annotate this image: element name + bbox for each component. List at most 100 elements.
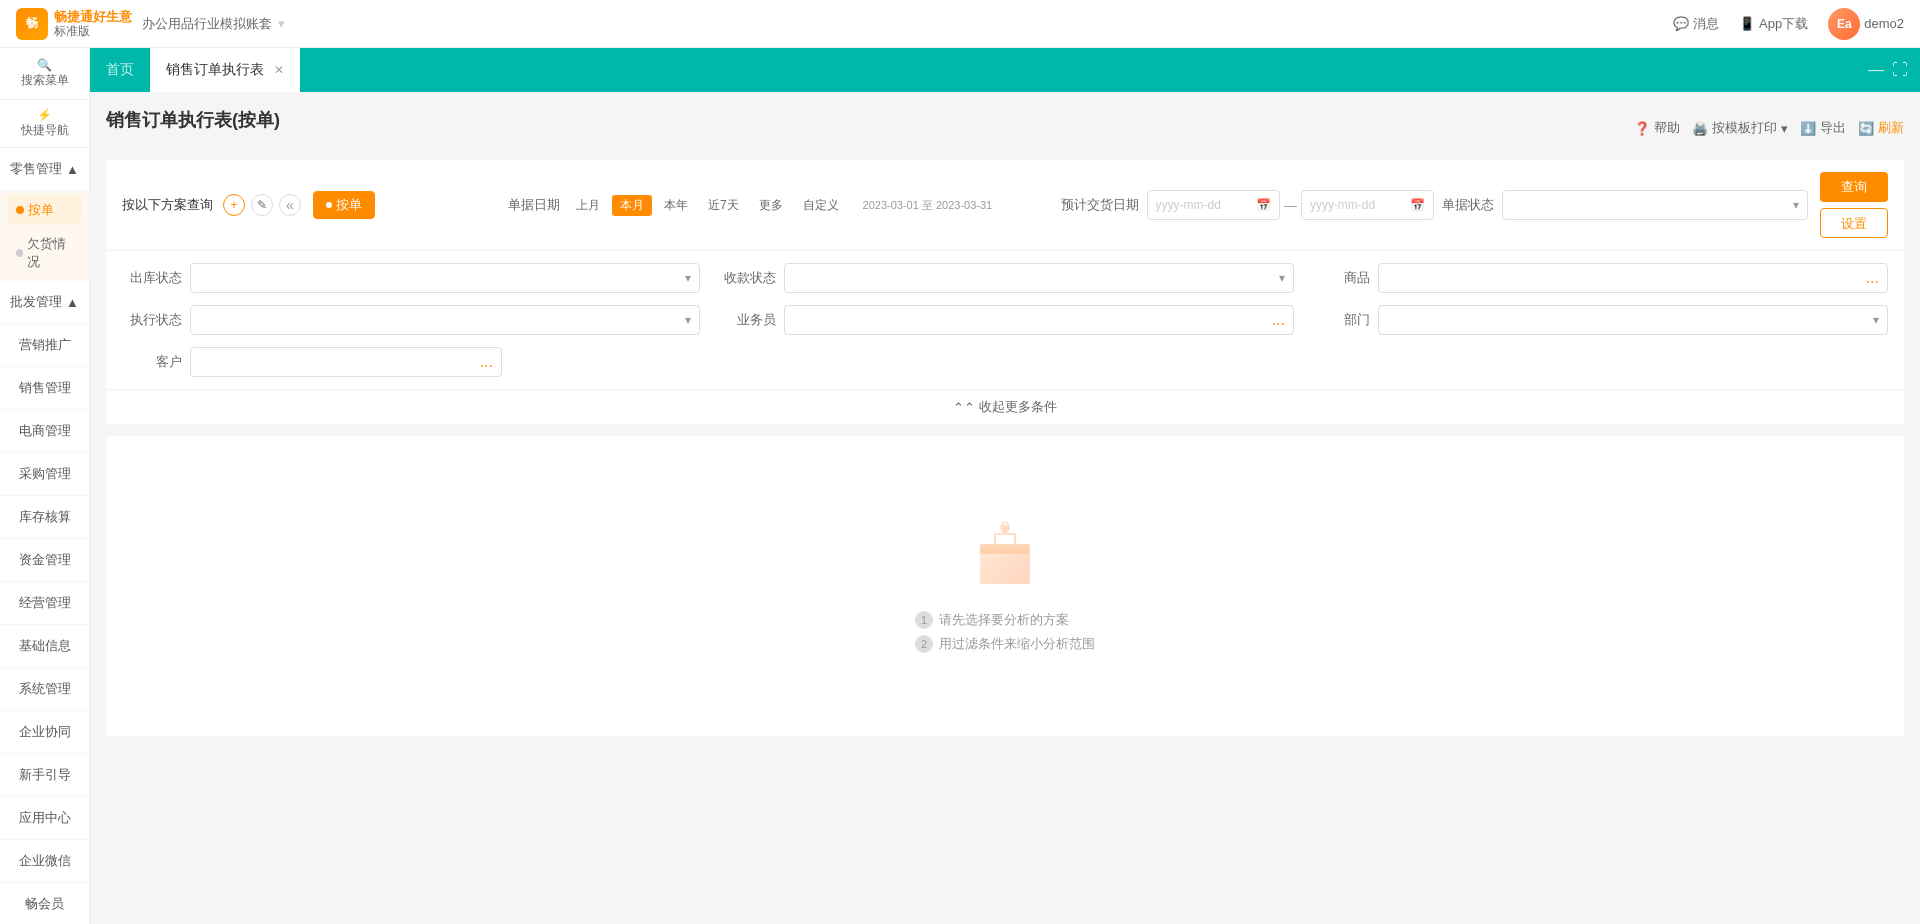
date-tab-7days[interactable]: 近7天 — [700, 195, 747, 216]
exec-status-select[interactable]: ▾ — [190, 305, 700, 335]
expected-date-end[interactable]: yyyy-mm-dd 📅 — [1301, 190, 1434, 220]
date-tab-more[interactable]: 更多 — [751, 195, 791, 216]
customer-item: 客户 ... — [122, 347, 502, 377]
sidebar-item-ecommerce[interactable]: 电商管理 — [0, 410, 89, 453]
ship-status-label: 出库状态 — [122, 269, 182, 287]
refresh-button[interactable]: 🔄 刷新 — [1858, 119, 1904, 137]
expected-date-area: 预计交货日期 yyyy-mm-dd 📅 — yyyy-mm-dd 📅 — [1061, 190, 1435, 220]
window-expand-icon[interactable]: ⛶ — [1892, 61, 1908, 79]
sidebar-item-wholesale[interactable]: 批发管理 ▲ — [0, 281, 89, 324]
date-label: 单据日期 — [500, 196, 560, 214]
sidebar-item-sales[interactable]: 销售管理 — [0, 367, 89, 410]
empty-tip-1: 1 请先选择要分析的方案 — [915, 611, 1095, 629]
window-minimize-icon[interactable]: — — [1868, 61, 1884, 79]
sidebar-item-newbie[interactable]: 新手引导 — [0, 754, 89, 797]
ship-status-select[interactable]: ▾ — [190, 263, 700, 293]
wholesale-expand-icon: ▲ — [66, 295, 79, 310]
salesman-input[interactable]: ... — [784, 305, 1294, 335]
tab-bar: 首页 销售订单执行表 ✕ — ⛶ — [90, 48, 1920, 92]
message-button[interactable]: 💬 消息 — [1673, 15, 1719, 33]
filter-row-1: 出库状态 ▾ 收款状态 ▾ — [122, 263, 1888, 293]
add-plan-button[interactable]: + — [223, 194, 245, 216]
tab-sales-order-exec[interactable]: 销售订单执行表 ✕ — [150, 48, 300, 92]
sidebar-item-corp-wechat[interactable]: 企业微信 — [0, 840, 89, 883]
empty-tip-2: 2 用过滤条件来缩小分析范围 — [915, 635, 1095, 653]
filter-header: 按以下方案查询 + ✎ « 按单 单据 — [106, 160, 1904, 251]
filter-row-2: 执行状态 ▾ 业务员 ... — [122, 305, 1888, 335]
sidebar-item-debt[interactable]: 欠货情况 — [8, 229, 81, 277]
sidebar-item-marketing[interactable]: 营销推广 — [0, 324, 89, 367]
goods-input[interactable]: ... — [1378, 263, 1888, 293]
retail-expand-icon: ▲ — [66, 162, 79, 177]
sidebar-item-member[interactable]: 畅会员 — [0, 883, 89, 924]
sidebar-item-operations[interactable]: 经营管理 — [0, 582, 89, 625]
doc-status-area: 单据状态 ▾ — [1434, 190, 1808, 220]
breadcrumb-arrow-icon[interactable]: ▾ — [278, 16, 285, 31]
collapse-plan-icon[interactable]: « — [279, 194, 301, 216]
date-tab-custom[interactable]: 自定义 — [795, 195, 847, 216]
goods-more-icon[interactable]: ... — [1866, 269, 1879, 287]
expected-date-start[interactable]: yyyy-mm-dd 📅 — [1147, 190, 1280, 220]
edit-plan-button[interactable]: ✎ — [251, 194, 273, 216]
logo-icon: 畅 — [16, 8, 48, 40]
tab-home[interactable]: 首页 — [90, 48, 150, 92]
salesman-label: 业务员 — [716, 311, 776, 329]
customer-more-icon[interactable]: ... — [480, 353, 493, 371]
date-tabs: 上月 本月 本年 近7天 更多 自定义 — [568, 195, 847, 216]
customer-input[interactable]: ... — [190, 347, 502, 377]
sidebar-item-purchase[interactable]: 采购管理 — [0, 453, 89, 496]
help-button[interactable]: ❓ 帮助 — [1634, 119, 1680, 137]
goods-item: 商品 ... — [1310, 263, 1888, 293]
app-download-button[interactable]: 📱 App下载 — [1739, 15, 1808, 33]
sidebar-item-retail[interactable]: 零售管理 ▲ — [0, 148, 89, 191]
plan-list: 按单 — [313, 191, 500, 219]
sidebar-item-system[interactable]: 系统管理 — [0, 668, 89, 711]
goods-label: 商品 — [1310, 269, 1370, 287]
date-range-display: 2023-03-01 至 2023-03-31 — [863, 198, 993, 213]
sidebar-item-search-menu[interactable]: 🔍 搜索菜单 — [0, 48, 89, 100]
calendar-start-icon[interactable]: 📅 — [1256, 198, 1271, 212]
search-menu-icon: 🔍 — [8, 58, 81, 72]
settings-button[interactable]: 设置 — [1820, 208, 1888, 238]
doc-status-label: 单据状态 — [1434, 196, 1494, 214]
tip-num-1: 1 — [915, 611, 933, 629]
date-filter-area: 单据日期 上月 本月 本年 近7天 更多 自定义 2023-03-01 至 20… — [500, 195, 1061, 216]
salesman-more-icon[interactable]: ... — [1272, 311, 1285, 329]
help-icon: ❓ — [1634, 121, 1650, 136]
exec-status-item: 执行状态 ▾ — [122, 305, 700, 335]
sidebar-item-inventory[interactable]: 库存核算 — [0, 496, 89, 539]
sidebar-item-app-center[interactable]: 应用中心 — [0, 797, 89, 840]
sidebar-item-finance[interactable]: 资金管理 — [0, 539, 89, 582]
date-tab-last-month[interactable]: 上月 — [568, 195, 608, 216]
dept-label: 部门 — [1310, 311, 1370, 329]
dept-select[interactable]: ▾ — [1378, 305, 1888, 335]
tab-close-icon[interactable]: ✕ — [274, 63, 284, 77]
search-button[interactable]: 查询 — [1820, 172, 1888, 202]
user-profile[interactable]: Ea demo2 — [1828, 8, 1904, 40]
doc-status-select[interactable]: ▾ — [1502, 190, 1808, 220]
plan-tag-by-order[interactable]: 按单 — [313, 191, 375, 219]
print-button[interactable]: 🖨️ 按模板打印 ▾ — [1692, 119, 1788, 137]
empty-tips: 1 请先选择要分析的方案 2 用过滤条件来缩小分析范围 — [915, 611, 1095, 653]
dept-dropdown-icon: ▾ — [1873, 313, 1879, 327]
sidebar-item-by-order[interactable]: 按单 — [8, 195, 81, 225]
export-icon: ⬇️ — [1800, 121, 1816, 136]
breadcrumb: 办公用品行业模拟账套 ▾ — [142, 15, 285, 33]
results-area: 1 请先选择要分析的方案 2 用过滤条件来缩小分析范围 — [106, 436, 1904, 736]
top-header: 畅 畅捷通好生意 标准版 办公用品行业模拟账套 ▾ 💬 消息 📱 App下载 E… — [0, 0, 1920, 48]
date-tab-this-year[interactable]: 本年 — [656, 195, 696, 216]
avatar: Ea — [1828, 8, 1860, 40]
sidebar-item-basic-info[interactable]: 基础信息 — [0, 625, 89, 668]
tab-window-actions: — ⛶ — [1868, 61, 1920, 79]
collapse-bar[interactable]: ⌃⌃ 收起更多条件 — [106, 389, 1904, 424]
export-button[interactable]: ⬇️ 导出 — [1800, 119, 1846, 137]
customer-label: 客户 — [122, 353, 182, 371]
date-tab-this-month[interactable]: 本月 — [612, 195, 652, 216]
sidebar-item-enterprise[interactable]: 企业协同 — [0, 711, 89, 754]
calendar-end-icon[interactable]: 📅 — [1410, 198, 1425, 212]
print-dropdown-icon[interactable]: ▾ — [1781, 121, 1788, 136]
logo-area: 畅 畅捷通好生意 标准版 — [16, 8, 132, 40]
debt-dot-icon — [16, 249, 23, 257]
sidebar-item-quick-nav[interactable]: ⚡ 快捷导航 — [0, 100, 89, 148]
payment-status-select[interactable]: ▾ — [784, 263, 1294, 293]
